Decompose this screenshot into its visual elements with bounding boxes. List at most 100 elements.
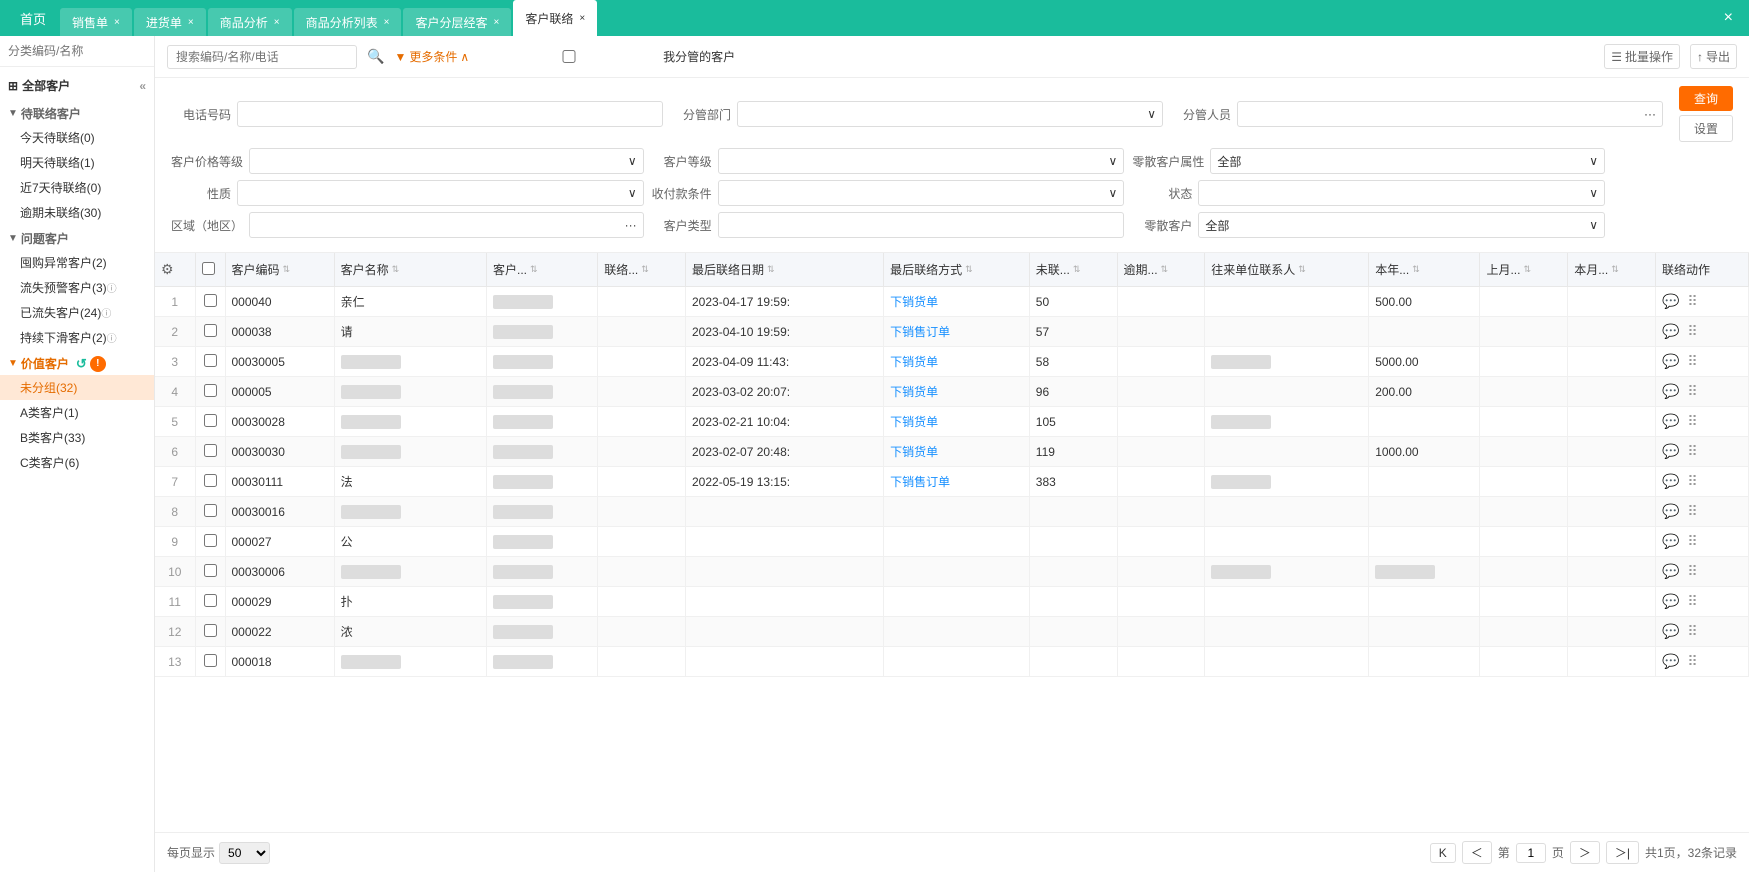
grid-action-icon[interactable]: ⠿ [1687, 593, 1697, 610]
chat-icon[interactable]: 💬 [1662, 563, 1679, 580]
th-last-month-sort-icon[interactable]: ⇅ [1523, 264, 1531, 275]
row-checkbox[interactable] [204, 414, 217, 427]
row-checkbox[interactable] [204, 384, 217, 397]
last-page-button[interactable]: ＞| [1606, 841, 1639, 864]
sidebar-group-value[interactable]: ▼ 价值客户 ↺ ! [0, 350, 154, 375]
sidebar-item-warning[interactable]: 流失预警客户(3) ⓘ [0, 275, 154, 300]
grid-action-icon[interactable]: ⠿ [1687, 623, 1697, 640]
phone-input[interactable] [237, 101, 663, 127]
cust-type-select[interactable] [718, 212, 1125, 238]
sidebar-item-7days[interactable]: 近7天待联络(0) [0, 175, 154, 200]
tab-customer-contact-close[interactable]: × [579, 13, 585, 24]
contact-way-link[interactable]: 下销售订单 [890, 325, 950, 339]
chat-icon[interactable]: 💬 [1662, 593, 1679, 610]
search-button[interactable]: 🔍 [367, 48, 384, 65]
th-year-sort-icon[interactable]: ⇅ [1412, 264, 1420, 275]
th-type-sort-icon[interactable]: ⇅ [530, 264, 538, 275]
sidebar-item-lost[interactable]: 已流失客户(24) ⓘ [0, 300, 154, 325]
th-way-sort-icon[interactable]: ⇅ [965, 264, 973, 275]
contact-way-link[interactable]: 下销货单 [890, 415, 938, 429]
row-checkbox[interactable] [204, 474, 217, 487]
th-unit-sort-icon[interactable]: ⇅ [1298, 264, 1306, 275]
chat-icon[interactable]: 💬 [1662, 503, 1679, 520]
next-page-button[interactable]: ＞ [1570, 841, 1600, 864]
sidebar-item-tomorrow[interactable]: 明天待联络(1) [0, 150, 154, 175]
chat-icon[interactable]: 💬 [1662, 653, 1679, 670]
tab-analysis-list-close[interactable]: × [384, 17, 390, 28]
chat-icon[interactable]: 💬 [1662, 413, 1679, 430]
sidebar-search-input[interactable] [8, 44, 155, 58]
grid-action-icon[interactable]: ⠿ [1687, 413, 1697, 430]
tab-sales-close[interactable]: × [114, 17, 120, 28]
retail-attr-select[interactable]: 全部 ∨ [1210, 148, 1605, 174]
cust-tier-select[interactable]: ∨ [718, 148, 1125, 174]
grid-action-icon[interactable]: ⠿ [1687, 353, 1697, 370]
grid-action-icon[interactable]: ⠿ [1687, 293, 1697, 310]
th-uncontact-sort-icon[interactable]: ⇅ [1073, 264, 1081, 275]
contact-way-link[interactable]: 下销货单 [890, 295, 938, 309]
grid-action-icon[interactable]: ⠿ [1687, 653, 1697, 670]
reset-button[interactable]: 设置 [1679, 115, 1733, 142]
search-input[interactable] [167, 45, 357, 69]
grid-action-icon[interactable]: ⠿ [1687, 473, 1697, 490]
home-tab[interactable]: 首页 [8, 0, 58, 36]
chat-icon[interactable]: 💬 [1662, 533, 1679, 550]
row-checkbox[interactable] [204, 294, 217, 307]
th-name-sort-icon[interactable]: ⇅ [392, 264, 400, 275]
contact-way-link[interactable]: 下销货单 [890, 385, 938, 399]
my-customers-checkbox[interactable] [479, 50, 659, 63]
row-checkbox[interactable] [204, 594, 217, 607]
row-checkbox[interactable] [204, 624, 217, 637]
chat-icon[interactable]: 💬 [1662, 443, 1679, 460]
grid-action-icon[interactable]: ⠿ [1687, 503, 1697, 520]
th-code-sort-icon[interactable]: ⇅ [283, 264, 291, 275]
sidebar-item-abnormal[interactable]: 囤购异常客户(2) [0, 250, 154, 275]
th-overdue-sort-icon[interactable]: ⇅ [1161, 264, 1169, 275]
batch-ops-button[interactable]: ☰ 批量操作 [1604, 44, 1680, 69]
payment-select[interactable]: ∨ [718, 180, 1125, 206]
row-checkbox[interactable] [204, 534, 217, 547]
sidebar-all-customers[interactable]: ⊞ 全部客户 « [0, 71, 154, 100]
contact-way-link[interactable]: 下销售订单 [890, 475, 950, 489]
nature-select[interactable]: ∨ [237, 180, 644, 206]
chat-icon[interactable]: 💬 [1662, 293, 1679, 310]
sidebar-item-ungroup[interactable]: 未分组(32) [0, 375, 154, 400]
tab-analysis-list[interactable]: 商品分析列表 × [294, 8, 402, 36]
window-close-button[interactable]: × [1716, 9, 1741, 27]
refresh-icon[interactable]: ↺ [76, 356, 87, 372]
sidebar-item-overdue[interactable]: 逾期未联络(30) [0, 200, 154, 225]
settings-icon[interactable]: ⚙ [161, 261, 174, 277]
grid-action-icon[interactable]: ⠿ [1687, 323, 1697, 340]
contact-way-link[interactable]: 下销货单 [890, 445, 938, 459]
chat-icon[interactable]: 💬 [1662, 383, 1679, 400]
sidebar-item-declining[interactable]: 持续下滑客户(2) ⓘ [0, 325, 154, 350]
tab-customer-tier[interactable]: 客户分层经客 × [403, 8, 511, 36]
grid-action-icon[interactable]: ⠿ [1687, 563, 1697, 580]
price-tier-select[interactable]: ∨ [249, 148, 644, 174]
th-this-month-sort-icon[interactable]: ⇅ [1611, 264, 1619, 275]
chat-icon[interactable]: 💬 [1662, 623, 1679, 640]
query-button[interactable]: 查询 [1679, 86, 1733, 111]
retail-cust-select[interactable]: 全部 ∨ [1198, 212, 1605, 238]
sidebar-item-class-a[interactable]: A类客户(1) [0, 400, 154, 425]
tab-customer-contact[interactable]: 客户联络 × [513, 0, 597, 36]
grid-action-icon[interactable]: ⠿ [1687, 533, 1697, 550]
chat-icon[interactable]: 💬 [1662, 473, 1679, 490]
first-page-button[interactable]: K [1430, 843, 1456, 863]
tab-purchase-close[interactable]: × [188, 17, 194, 28]
grid-action-icon[interactable]: ⠿ [1687, 443, 1697, 460]
sidebar-item-class-b[interactable]: B类客户(33) [0, 425, 154, 450]
person-select[interactable]: ··· [1237, 101, 1663, 127]
sidebar-item-today[interactable]: 今天待联络(0) [0, 125, 154, 150]
row-checkbox[interactable] [204, 444, 217, 457]
row-checkbox[interactable] [204, 564, 217, 577]
contact-way-link[interactable]: 下销货单 [890, 355, 938, 369]
chat-icon[interactable]: 💬 [1662, 353, 1679, 370]
region-select[interactable]: ··· [249, 212, 644, 238]
th-date-sort-icon[interactable]: ⇅ [767, 264, 775, 275]
row-checkbox[interactable] [204, 654, 217, 667]
row-checkbox[interactable] [204, 324, 217, 337]
chat-icon[interactable]: 💬 [1662, 323, 1679, 340]
my-customers-filter[interactable]: 我分管的客户 [479, 48, 735, 65]
export-button[interactable]: ↑ 导出 [1690, 44, 1737, 69]
